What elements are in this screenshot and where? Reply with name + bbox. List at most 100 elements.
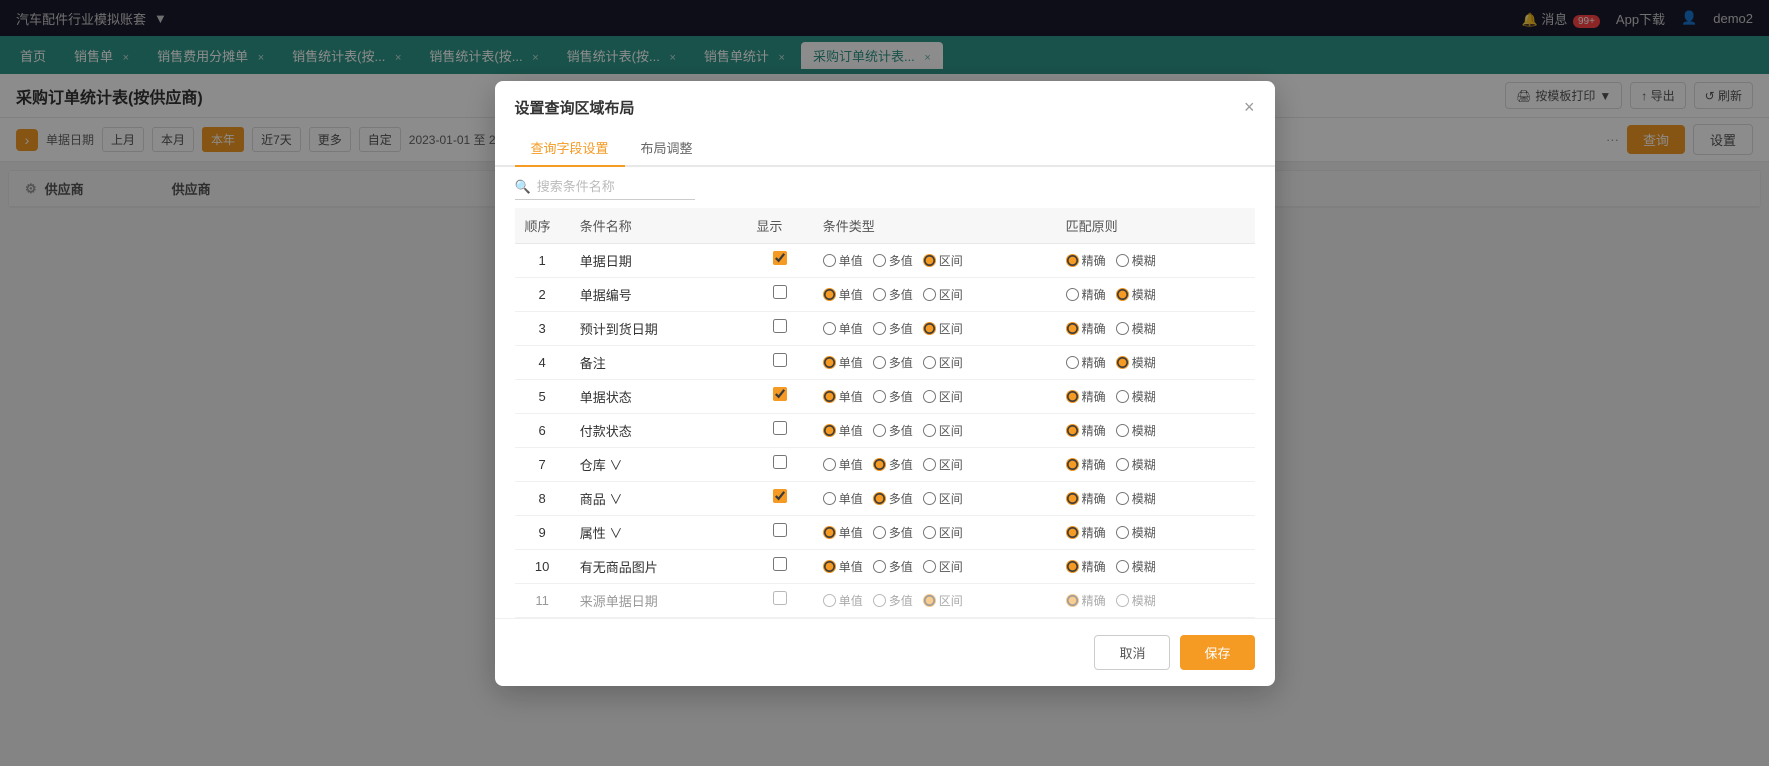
- match-option-模糊-7[interactable]: 模糊: [1116, 456, 1156, 473]
- display-checkbox-1[interactable]: [773, 251, 787, 265]
- type-option-多值-11[interactable]: 多值: [873, 592, 913, 609]
- row-display-8: [746, 482, 812, 510]
- type-option-区间-11[interactable]: 区间: [923, 592, 963, 609]
- match-option-精确-6[interactable]: 精确: [1066, 422, 1106, 439]
- tab-layout-adjust[interactable]: 布局调整: [625, 130, 709, 167]
- type-option-区间-4[interactable]: 区间: [923, 354, 963, 371]
- col-header-display: 显示: [746, 208, 812, 244]
- type-option-区间-5[interactable]: 区间: [923, 388, 963, 405]
- type-option-单值-8[interactable]: 单值: [823, 490, 863, 507]
- type-option-单值-1[interactable]: 单值: [823, 252, 863, 269]
- type-option-单值-10[interactable]: 单值: [823, 558, 863, 575]
- condition-search-input[interactable]: [537, 179, 687, 194]
- row-order-2: 2: [515, 277, 570, 311]
- match-option-模糊-6[interactable]: 模糊: [1116, 422, 1156, 439]
- match-option-模糊-8[interactable]: 模糊: [1116, 490, 1156, 507]
- tab-query-fields[interactable]: 查询字段设置: [515, 130, 625, 167]
- row-name-1: 单据日期: [570, 243, 747, 277]
- row-type-6: 单值多值区间: [813, 413, 1056, 447]
- type-option-多值-2[interactable]: 多值: [873, 286, 913, 303]
- type-option-区间-1[interactable]: 区间: [923, 252, 963, 269]
- row-type-11: 单值多值区间: [813, 583, 1056, 617]
- row-type-2: 单值多值区间: [813, 277, 1056, 311]
- display-checkbox-5[interactable]: [773, 387, 787, 401]
- row-type-8: 单值多值区间: [813, 481, 1056, 515]
- modal-tabs: 查询字段设置 布局调整: [495, 118, 1275, 167]
- row-match-10: 精确模糊: [1056, 549, 1255, 583]
- row-order-1: 1: [515, 243, 570, 277]
- match-option-模糊-3[interactable]: 模糊: [1116, 320, 1156, 337]
- match-option-模糊-10[interactable]: 模糊: [1116, 558, 1156, 575]
- type-option-多值-3[interactable]: 多值: [873, 320, 913, 337]
- display-checkbox-7[interactable]: [773, 455, 787, 469]
- type-option-单值-3[interactable]: 单值: [823, 320, 863, 337]
- match-option-精确-2[interactable]: 精确: [1066, 286, 1106, 303]
- type-option-单值-9[interactable]: 单值: [823, 524, 863, 541]
- type-option-单值-5[interactable]: 单值: [823, 388, 863, 405]
- match-option-精确-9[interactable]: 精确: [1066, 524, 1106, 541]
- row-name-7: 仓库 ∨: [570, 447, 747, 481]
- row-display-6: [746, 414, 812, 442]
- table-row: 11来源单据日期单值多值区间精确模糊: [515, 583, 1255, 617]
- match-option-精确-8[interactable]: 精确: [1066, 490, 1106, 507]
- type-option-多值-10[interactable]: 多值: [873, 558, 913, 575]
- match-option-精确-10[interactable]: 精确: [1066, 558, 1106, 575]
- type-option-多值-6[interactable]: 多值: [873, 422, 913, 439]
- type-option-区间-7[interactable]: 区间: [923, 456, 963, 473]
- modal-close-button[interactable]: ×: [1244, 98, 1255, 116]
- type-option-单值-7[interactable]: 单值: [823, 456, 863, 473]
- match-option-精确-3[interactable]: 精确: [1066, 320, 1106, 337]
- display-checkbox-10[interactable]: [773, 557, 787, 571]
- cancel-button[interactable]: 取消: [1094, 635, 1170, 670]
- table-row: 5单据状态单值多值区间精确模糊: [515, 379, 1255, 413]
- type-option-区间-2[interactable]: 区间: [923, 286, 963, 303]
- save-button[interactable]: 保存: [1180, 635, 1254, 670]
- type-option-多值-4[interactable]: 多值: [873, 354, 913, 371]
- match-option-精确-4[interactable]: 精确: [1066, 354, 1106, 371]
- match-option-模糊-4[interactable]: 模糊: [1116, 354, 1156, 371]
- match-option-模糊-1[interactable]: 模糊: [1116, 252, 1156, 269]
- type-option-单值-4[interactable]: 单值: [823, 354, 863, 371]
- display-checkbox-11[interactable]: [773, 591, 787, 605]
- row-order-8: 8: [515, 481, 570, 515]
- type-option-多值-9[interactable]: 多值: [873, 524, 913, 541]
- modal-title: 设置查询区域布局: [515, 97, 635, 118]
- match-option-精确-1[interactable]: 精确: [1066, 252, 1106, 269]
- row-match-11: 精确模糊: [1056, 583, 1255, 617]
- display-checkbox-2[interactable]: [773, 285, 787, 299]
- type-option-区间-3[interactable]: 区间: [923, 320, 963, 337]
- match-option-模糊-9[interactable]: 模糊: [1116, 524, 1156, 541]
- display-checkbox-4[interactable]: [773, 353, 787, 367]
- match-option-精确-5[interactable]: 精确: [1066, 388, 1106, 405]
- type-option-多值-7[interactable]: 多值: [873, 456, 913, 473]
- match-option-模糊-11[interactable]: 模糊: [1116, 592, 1156, 609]
- display-checkbox-9[interactable]: [773, 523, 787, 537]
- type-option-多值-8[interactable]: 多值: [873, 490, 913, 507]
- match-option-模糊-2[interactable]: 模糊: [1116, 286, 1156, 303]
- row-name-5: 单据状态: [570, 379, 747, 413]
- type-option-区间-8[interactable]: 区间: [923, 490, 963, 507]
- row-order-10: 10: [515, 549, 570, 583]
- row-match-9: 精确模糊: [1056, 515, 1255, 549]
- type-option-区间-9[interactable]: 区间: [923, 524, 963, 541]
- row-type-5: 单值多值区间: [813, 379, 1056, 413]
- row-display-11: [746, 584, 812, 612]
- row-display-1: [746, 244, 812, 272]
- type-option-单值-2[interactable]: 单值: [823, 286, 863, 303]
- type-option-多值-1[interactable]: 多值: [873, 252, 913, 269]
- modal-header: 设置查询区域布局 ×: [495, 81, 1275, 118]
- display-checkbox-6[interactable]: [773, 421, 787, 435]
- type-option-单值-11[interactable]: 单值: [823, 592, 863, 609]
- table-row: 3预计到货日期单值多值区间精确模糊: [515, 311, 1255, 345]
- modal-table-scroll: 顺序 条件名称 显示 条件类型 匹配原则 1单据日期单值多值区间精确模糊2单据编…: [495, 208, 1275, 618]
- type-option-区间-6[interactable]: 区间: [923, 422, 963, 439]
- display-checkbox-3[interactable]: [773, 319, 787, 333]
- type-option-区间-10[interactable]: 区间: [923, 558, 963, 575]
- match-option-精确-11[interactable]: 精确: [1066, 592, 1106, 609]
- type-option-单值-6[interactable]: 单值: [823, 422, 863, 439]
- match-option-模糊-5[interactable]: 模糊: [1116, 388, 1156, 405]
- match-option-精确-7[interactable]: 精确: [1066, 456, 1106, 473]
- table-header-row: 顺序 条件名称 显示 条件类型 匹配原则: [515, 208, 1255, 244]
- display-checkbox-8[interactable]: [773, 489, 787, 503]
- type-option-多值-5[interactable]: 多值: [873, 388, 913, 405]
